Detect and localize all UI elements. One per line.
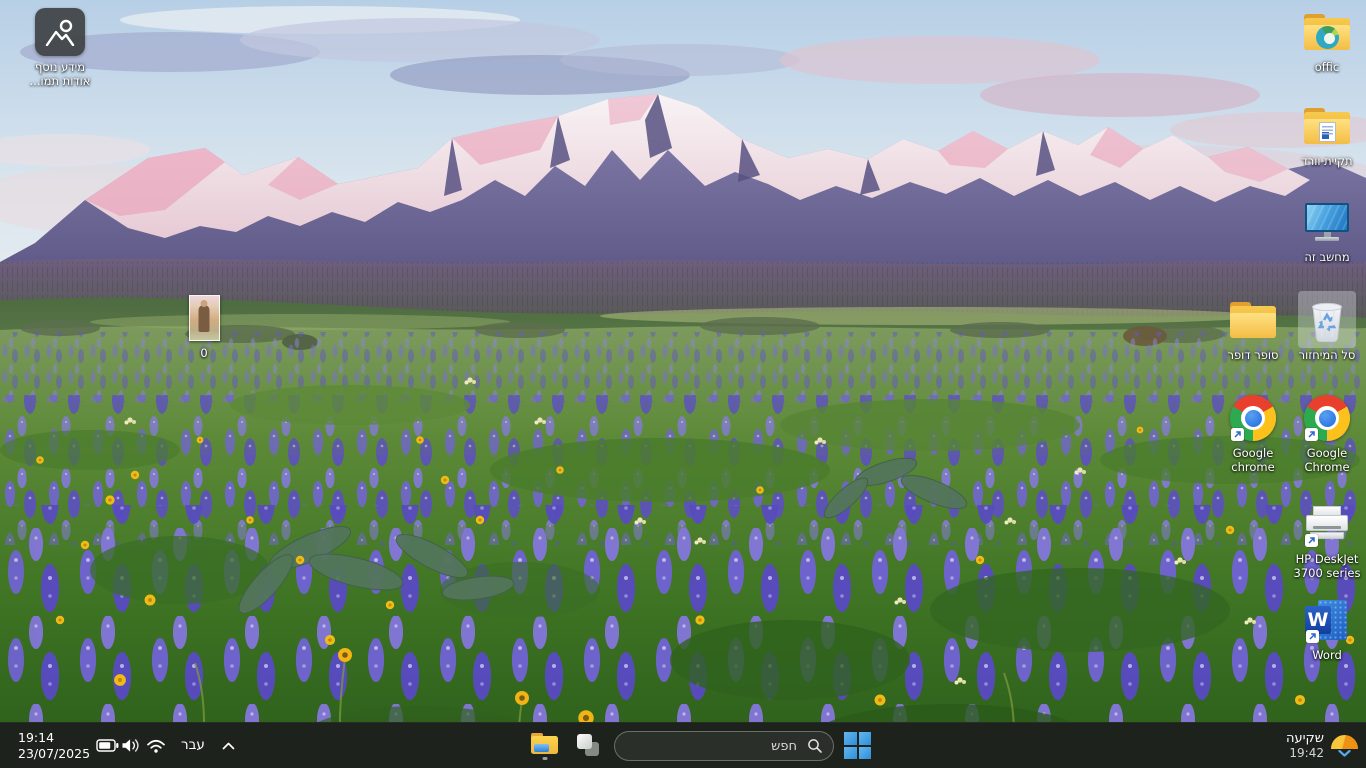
shortcut-arrow-icon bbox=[1305, 428, 1318, 441]
selection-highlight bbox=[1298, 291, 1356, 348]
icon-label: Google chrome bbox=[1231, 446, 1274, 474]
printer-icon bbox=[1304, 500, 1350, 548]
desktop-icon-word[interactable]: W Word bbox=[1289, 596, 1365, 662]
weather-label: שקיעה bbox=[1286, 731, 1324, 746]
wifi-icon[interactable] bbox=[146, 739, 166, 753]
weather-widget[interactable]: שקיעה 19:42 bbox=[1286, 723, 1358, 768]
search-input[interactable] bbox=[614, 731, 834, 761]
desktop-icon-offic-folder[interactable]: offic bbox=[1289, 8, 1365, 74]
this-pc-icon bbox=[1305, 198, 1349, 246]
desktop-icon-word-folder[interactable]: תקיית וורד bbox=[1289, 102, 1365, 168]
desktop-icon-hp-printer[interactable]: HP DeskJet 3700 series bbox=[1289, 500, 1365, 580]
clock-time: 19:14 bbox=[18, 730, 90, 746]
task-view-button[interactable] bbox=[577, 734, 599, 756]
recycle-bin-icon bbox=[1305, 296, 1349, 344]
clock[interactable]: 19:14 23/07/2025 bbox=[18, 730, 90, 762]
search-box[interactable] bbox=[614, 731, 834, 761]
icon-label: Word bbox=[1312, 648, 1342, 662]
icon-label: offic bbox=[1315, 60, 1339, 74]
file-explorer-icon bbox=[531, 733, 558, 754]
task-view-icon bbox=[577, 734, 599, 756]
folder-icon bbox=[1229, 296, 1277, 344]
desktop-icon-recycle-bin[interactable]: סל המיחזור bbox=[1289, 296, 1365, 362]
icon-label: מחשב זה bbox=[1304, 250, 1349, 264]
word-letter: W bbox=[1308, 609, 1329, 631]
search-icon bbox=[807, 738, 823, 754]
icon-label: תקיית וורד bbox=[1301, 154, 1352, 168]
file-explorer-button[interactable] bbox=[531, 733, 558, 754]
folder-icon bbox=[1303, 102, 1351, 150]
running-indicator bbox=[542, 757, 547, 760]
language-indicator[interactable]: עבר bbox=[181, 737, 205, 753]
chrome-icon bbox=[1304, 394, 1350, 442]
desktop-icon-google-chrome-2[interactable]: Google chrome bbox=[1215, 394, 1291, 474]
shortcut-arrow-icon bbox=[1306, 630, 1319, 643]
taskbar: 19:14 23/07/2025 עבר bbox=[0, 722, 1366, 768]
battery-icon[interactable] bbox=[96, 739, 119, 752]
shortcut-arrow-icon bbox=[1305, 534, 1318, 547]
photo-info-icon bbox=[35, 8, 85, 56]
folder-icon bbox=[1303, 8, 1351, 56]
chevron-up-icon[interactable] bbox=[222, 742, 235, 750]
icon-label: Google Chrome bbox=[1304, 446, 1349, 474]
word-icon: W bbox=[1305, 596, 1349, 644]
desktop: מידע נוסף אודות תמו... 0 offic תקיית וור… bbox=[0, 0, 1366, 768]
weather-time: 19:42 bbox=[1286, 746, 1324, 760]
chrome-icon bbox=[1230, 394, 1276, 442]
icon-label: HP DeskJet 3700 series bbox=[1294, 552, 1361, 580]
chevron-down-icon bbox=[1338, 750, 1351, 757]
sunset-icon bbox=[1331, 735, 1358, 757]
image-glyph-icon bbox=[44, 18, 76, 46]
desktop-icon-image-0[interactable]: 0 bbox=[166, 294, 242, 360]
windows-logo-icon bbox=[844, 732, 871, 759]
desktop-icon-super-dooper-folder[interactable]: סופר דופר bbox=[1215, 296, 1291, 362]
desktop-icon-photo-info[interactable]: מידע נוסף אודות תמו... bbox=[22, 8, 98, 88]
desktop-icon-google-chrome[interactable]: Google Chrome bbox=[1289, 394, 1365, 474]
speaker-icon[interactable] bbox=[121, 738, 140, 753]
start-button[interactable] bbox=[844, 732, 871, 759]
shortcut-arrow-icon bbox=[1231, 428, 1244, 441]
word-document-icon bbox=[1319, 122, 1336, 142]
icon-label: מידע נוסף אודות תמו... bbox=[30, 60, 91, 88]
wallpaper-image bbox=[0, 0, 1366, 768]
icon-label: 0 bbox=[200, 346, 207, 360]
icon-label: סופר דופר bbox=[1227, 348, 1278, 362]
clock-date: 23/07/2025 bbox=[18, 746, 90, 762]
image-file-thumbnail bbox=[189, 294, 220, 342]
desktop-icon-this-pc[interactable]: מחשב זה bbox=[1289, 198, 1365, 264]
icon-label: סל המיחזור bbox=[1299, 348, 1356, 362]
office-logo-icon bbox=[1316, 26, 1339, 49]
